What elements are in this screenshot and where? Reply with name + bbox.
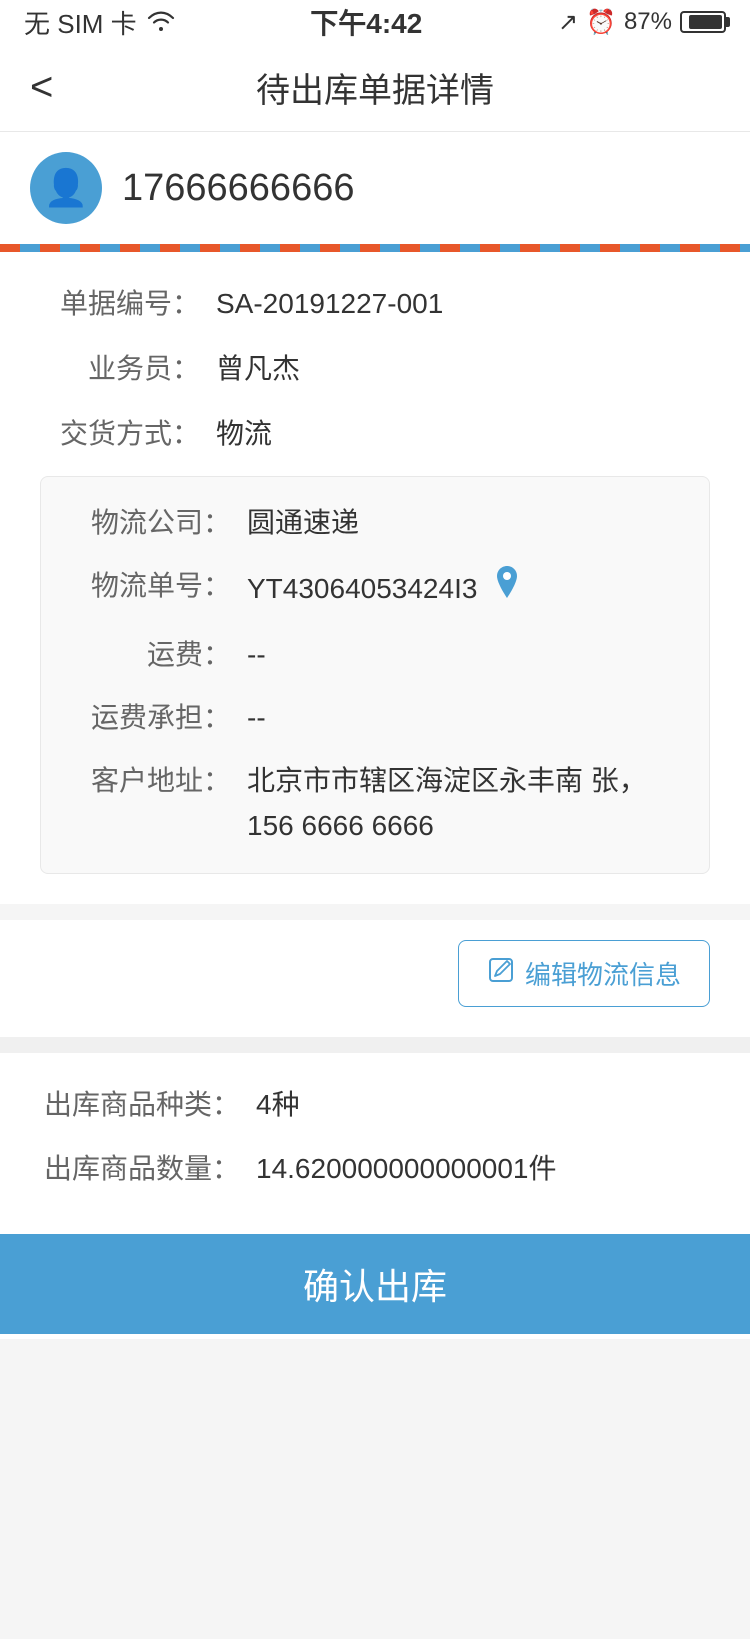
document-number-row: 单据编号： SA-20191227-001 (40, 282, 710, 327)
logistics-company-row: 物流公司： 圆通速递 (71, 501, 679, 546)
avatar-icon: 👤 (44, 167, 89, 209)
address-label: 客户地址： (71, 759, 231, 804)
delivery-row: 交货方式： 物流 (40, 412, 710, 457)
goods-quantity-label: 出库商品数量： (40, 1147, 240, 1192)
freight-bear-value: -- (247, 696, 679, 741)
dashed-divider (0, 244, 750, 252)
edit-logistics-button[interactable]: 编辑物流信息 (458, 940, 710, 1007)
address-value: 北京市市辖区海淀区永丰南 张，156 6666 6666 (247, 759, 679, 849)
freight-value: -- (247, 633, 679, 678)
staff-label: 业务员： (40, 347, 200, 392)
section-divider (0, 1037, 750, 1053)
goods-type-label: 出库商品种类： (40, 1083, 240, 1128)
customer-phone: 17666666666 (122, 167, 354, 210)
delivery-label: 交货方式： (40, 412, 200, 457)
edit-logistics-label: 编辑物流信息 (525, 955, 681, 992)
address-row: 客户地址： 北京市市辖区海淀区永丰南 张，156 6666 6666 (71, 759, 679, 849)
clock-icon: ⏰ (586, 8, 616, 37)
battery-percent: 87% (624, 8, 672, 36)
battery-icon (680, 11, 726, 33)
status-right: ↗ ⏰ 87% (558, 8, 726, 37)
delivery-value: 物流 (216, 412, 710, 457)
edit-icon (487, 956, 515, 991)
logistics-tracking-value: YT43064053424I3 (247, 564, 679, 615)
nav-bar: < 待出库单据详情 (0, 44, 750, 132)
logistics-card: 物流公司： 圆通速递 物流单号： YT43064053424I3 运费： (40, 476, 710, 873)
back-button[interactable]: < (20, 55, 63, 120)
time-label: 下午4:42 (310, 2, 422, 42)
goods-quantity-row: 出库商品数量： 14.620000000000001件 (40, 1147, 710, 1192)
logistics-company-label: 物流公司： (71, 501, 231, 546)
customer-header: 👤 17666666666 (0, 132, 750, 244)
document-section: 单据编号： SA-20191227-001 业务员： 曾凡杰 交货方式： 物流 … (0, 252, 750, 904)
logistics-company-value: 圆通速递 (247, 501, 679, 546)
freight-bear-label: 运费承担： (71, 696, 231, 741)
status-bar: 无 SIM 卡 下午4:42 ↗ ⏰ 87% (0, 0, 750, 44)
goods-section: 出库商品种类： 4种 出库商品数量： 14.620000000000001件 (0, 1053, 750, 1223)
goods-type-row: 出库商品种类： 4种 (40, 1083, 710, 1128)
logistics-tracking-row: 物流单号： YT43064053424I3 (71, 564, 679, 615)
confirm-button[interactable]: 确认出库 (0, 1234, 750, 1334)
freight-row: 运费： -- (71, 633, 679, 678)
staff-row: 业务员： 曾凡杰 (40, 347, 710, 392)
wifi-icon (147, 7, 175, 38)
status-left: 无 SIM 卡 (24, 4, 175, 41)
confirm-button-label: 确认出库 (303, 1258, 447, 1310)
freight-bear-row: 运费承担： -- (71, 696, 679, 741)
goods-quantity-value: 14.620000000000001件 (256, 1147, 710, 1192)
document-number-value: SA-20191227-001 (216, 282, 710, 327)
goods-type-value: 4种 (256, 1083, 710, 1128)
tracking-location-icon[interactable] (491, 564, 523, 615)
document-number-label: 单据编号： (40, 282, 200, 327)
freight-label: 运费： (71, 633, 231, 678)
edit-logistics-container: 编辑物流信息 (0, 920, 750, 1037)
avatar: 👤 (30, 152, 102, 224)
carrier-label: 无 SIM 卡 (24, 4, 137, 41)
logistics-tracking-label: 物流单号： (71, 564, 231, 609)
staff-value: 曾凡杰 (216, 347, 710, 392)
bottom-space (0, 1339, 750, 1539)
page-title: 待出库单据详情 (256, 63, 494, 112)
location-icon: ↗ (558, 8, 578, 37)
